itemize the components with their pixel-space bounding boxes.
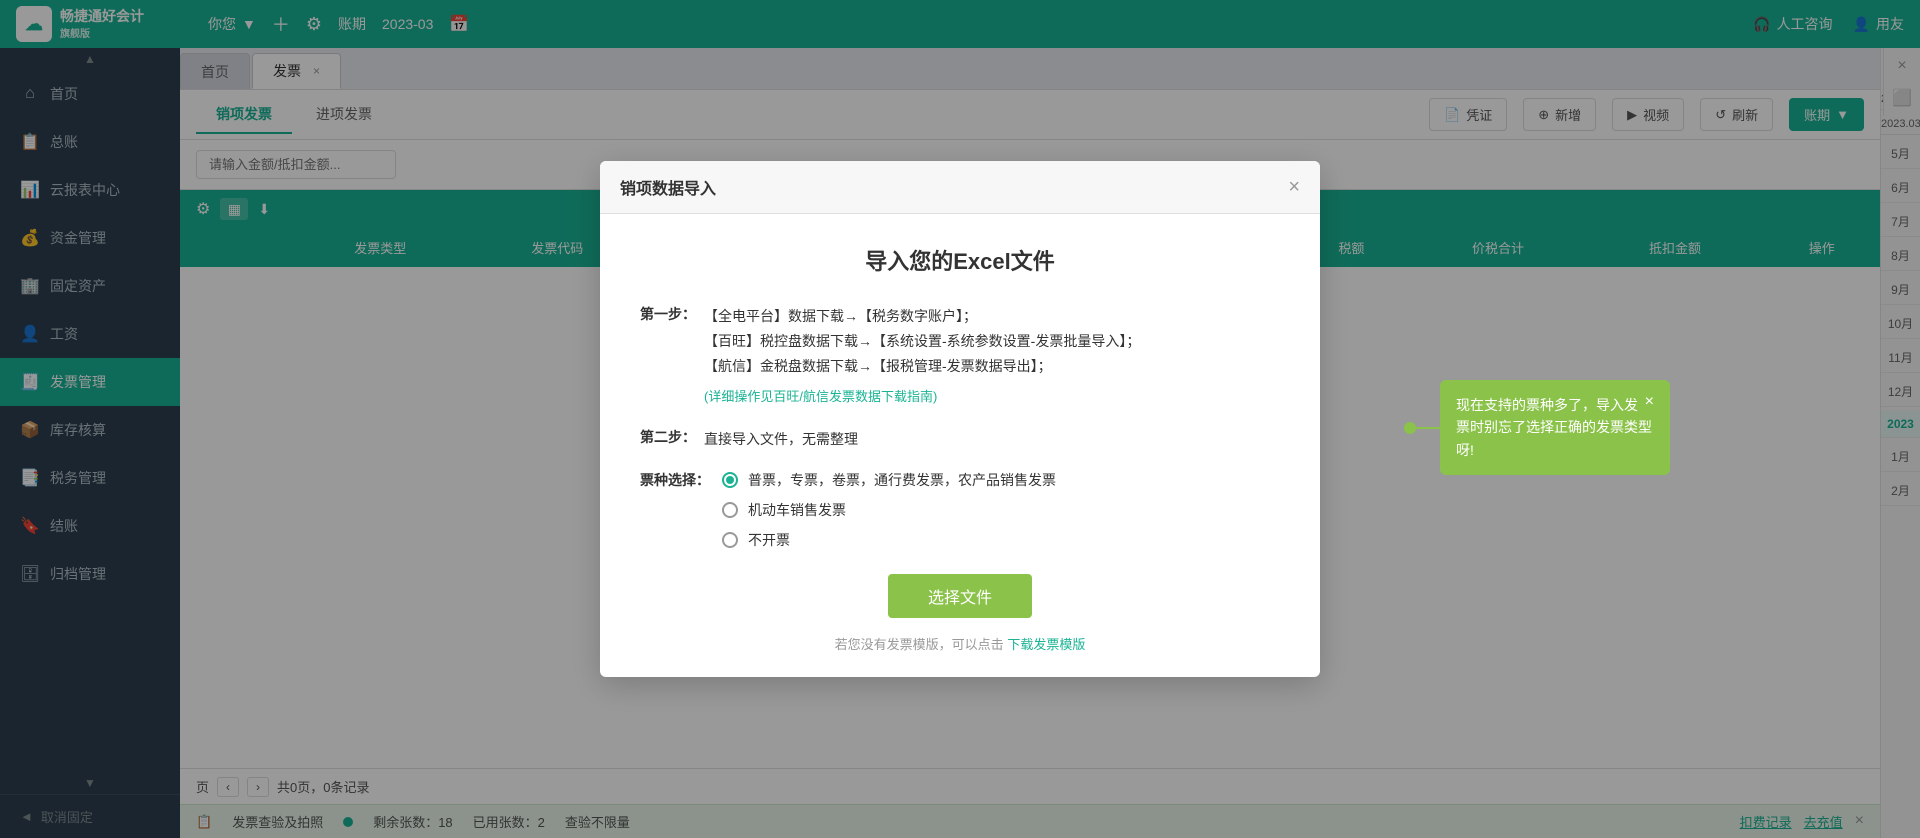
step1-line3: 【航信】金税盘数据下载→【报税管理-发票数据导出】；	[704, 354, 1140, 379]
radio-label-3: 不开票	[748, 530, 790, 550]
step1-row: 第一步： 【全电平台】数据下载→【税务数字账户】； 【百旺】税控盘数据下载→【系…	[640, 304, 1280, 409]
step1-link: (详细操作见百旺/航信发票数据下载指南)	[704, 384, 1140, 409]
radio-option-3[interactable]: 不开票	[722, 530, 1056, 550]
radio-label-1: 普票，专票，卷票，通行费发票，农产品销售发票	[748, 470, 1056, 490]
download-template-link[interactable]: 下载发票模版	[1007, 637, 1085, 652]
step2-label: 第二步：	[640, 427, 696, 452]
select-file-btn[interactable]: 选择文件	[888, 574, 1032, 618]
ticket-choice: 票种选择： 普票，专票，卷票，通行费发票，农产品销售发票 机动车销售发票	[640, 470, 1280, 550]
radio-option-1[interactable]: 普票，专票，卷票，通行费发票，农产品销售发票	[722, 470, 1056, 490]
step1-line2: 【百旺】税控盘数据下载→【系统设置-系统参数设置-发票批量导入】；	[704, 329, 1140, 354]
dialog-main-title: 导入您的Excel文件	[640, 244, 1280, 276]
radio-group: 普票，专票，卷票，通行费发票，农产品销售发票 机动车销售发票 不开票	[718, 470, 1056, 550]
ticket-choice-label: 票种选择：	[640, 470, 710, 490]
step1-content: 【全电平台】数据下载→【税务数字账户】； 【百旺】税控盘数据下载→【系统设置-系…	[704, 304, 1140, 409]
tooltip-dot	[1404, 422, 1416, 434]
step2-content: 直接导入文件，无需整理	[704, 427, 858, 452]
step1-line1: 【全电平台】数据下载→【税务数字账户】；	[704, 304, 1140, 329]
tooltip-text: 现在支持的票种多了，导入发票时别忘了选择正确的发票类型呀!	[1456, 397, 1652, 458]
dialog-body: 导入您的Excel文件 第一步： 【全电平台】数据下载→【税务数字账户】； 【百…	[600, 214, 1320, 677]
radio-label-2: 机动车销售发票	[748, 500, 846, 520]
tooltip-close-btn[interactable]: ×	[1645, 394, 1654, 410]
tooltip-bubble: × 现在支持的票种多了，导入发票时别忘了选择正确的发票类型呀!	[1440, 380, 1670, 475]
radio-circle-1	[722, 472, 738, 488]
guide-link[interactable]: (详细操作见百旺/航信发票数据下载指南)	[704, 389, 937, 404]
download-hint: 若您没有发票模版，可以点击 下载发票模版	[640, 634, 1280, 653]
dialog-title: 销项数据导入	[620, 175, 716, 199]
radio-option-2[interactable]: 机动车销售发票	[722, 500, 1056, 520]
step1-label: 第一步：	[640, 304, 696, 409]
dialog-overlay: 销项数据导入 × 导入您的Excel文件 第一步： 【全电平台】数据下载→【税务…	[0, 0, 1920, 838]
dialog-close-btn[interactable]: ×	[1288, 177, 1300, 197]
tooltip-line	[1410, 427, 1440, 429]
download-hint-text: 若您没有发票模版，可以点击	[835, 637, 1004, 652]
dialog-header: 销项数据导入 ×	[600, 161, 1320, 214]
radio-inner-1	[726, 476, 734, 484]
step2-row: 第二步： 直接导入文件，无需整理	[640, 427, 1280, 452]
import-dialog: 销项数据导入 × 导入您的Excel文件 第一步： 【全电平台】数据下载→【税务…	[600, 161, 1320, 677]
radio-circle-3	[722, 532, 738, 548]
ticket-choice-row: 票种选择： 普票，专票，卷票，通行费发票，农产品销售发票 机动车销售发票	[640, 470, 1280, 550]
tooltip-with-line: × 现在支持的票种多了，导入发票时别忘了选择正确的发票类型呀!	[1410, 380, 1670, 475]
radio-circle-2	[722, 502, 738, 518]
tooltip-container: × 现在支持的票种多了，导入发票时别忘了选择正确的发票类型呀!	[1410, 380, 1670, 475]
